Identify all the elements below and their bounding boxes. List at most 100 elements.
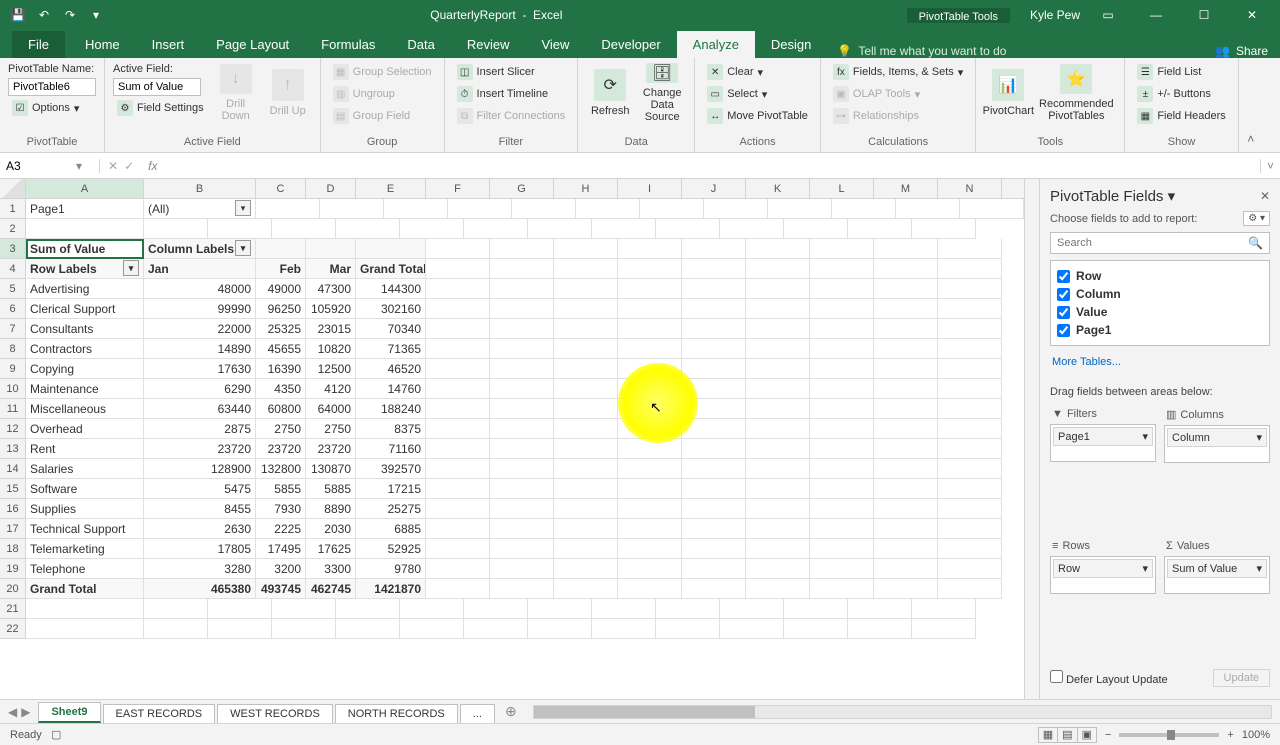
cell[interactable] bbox=[746, 279, 810, 299]
cell[interactable] bbox=[144, 219, 208, 239]
field-search[interactable]: 🔍 bbox=[1050, 232, 1270, 254]
cell[interactable] bbox=[960, 199, 1024, 219]
col-header-c[interactable]: C bbox=[256, 179, 306, 198]
data-cell[interactable]: 17215 bbox=[356, 479, 426, 499]
data-cell[interactable]: 23015 bbox=[306, 319, 356, 339]
cell[interactable] bbox=[938, 439, 1002, 459]
cell[interactable] bbox=[336, 619, 400, 639]
cell[interactable] bbox=[464, 599, 528, 619]
grid-row[interactable]: 5Advertising480004900047300144300 bbox=[0, 279, 1024, 299]
row-header[interactable]: 18 bbox=[0, 539, 26, 559]
field-headers-toggle[interactable]: ▦Field Headers bbox=[1133, 106, 1229, 126]
cell[interactable] bbox=[26, 599, 144, 619]
col-header-f[interactable]: F bbox=[426, 179, 490, 198]
col-header-d[interactable]: D bbox=[306, 179, 356, 198]
cell[interactable] bbox=[272, 619, 336, 639]
cell[interactable] bbox=[874, 339, 938, 359]
cell[interactable] bbox=[784, 219, 848, 239]
values-label-cell[interactable]: Sum of Value bbox=[26, 239, 144, 259]
formula-input[interactable] bbox=[163, 159, 1260, 173]
row-header[interactable]: 21 bbox=[0, 599, 26, 619]
cell[interactable] bbox=[490, 279, 554, 299]
cell[interactable] bbox=[746, 379, 810, 399]
cell[interactable] bbox=[810, 479, 874, 499]
cell[interactable] bbox=[426, 539, 490, 559]
grid-row[interactable]: 8Contractors14890456551082071365 bbox=[0, 339, 1024, 359]
cell[interactable] bbox=[618, 499, 682, 519]
cell[interactable] bbox=[426, 299, 490, 319]
grid-row[interactable]: 19Telephone3280320033009780 bbox=[0, 559, 1024, 579]
cell[interactable] bbox=[490, 299, 554, 319]
cell[interactable] bbox=[490, 499, 554, 519]
cell[interactable] bbox=[682, 279, 746, 299]
data-cell[interactable]: 5885 bbox=[306, 479, 356, 499]
cell[interactable] bbox=[912, 219, 976, 239]
grid-row[interactable]: 3Sum of ValueColumn Labels▾ bbox=[0, 239, 1024, 259]
cell[interactable] bbox=[768, 199, 832, 219]
tab-page-layout[interactable]: Page Layout bbox=[200, 31, 305, 58]
tab-developer[interactable]: Developer bbox=[585, 31, 676, 58]
grid-row[interactable]: 15Software54755855588517215 bbox=[0, 479, 1024, 499]
cell[interactable] bbox=[912, 619, 976, 639]
cell[interactable] bbox=[746, 439, 810, 459]
cell[interactable] bbox=[592, 219, 656, 239]
cell[interactable] bbox=[426, 259, 490, 279]
cell[interactable] bbox=[592, 619, 656, 639]
cell[interactable] bbox=[784, 619, 848, 639]
data-cell[interactable]: 48000 bbox=[144, 279, 256, 299]
cell[interactable] bbox=[528, 599, 592, 619]
tab-review[interactable]: Review bbox=[451, 31, 526, 58]
cell[interactable] bbox=[938, 499, 1002, 519]
data-cell[interactable]: 17625 bbox=[306, 539, 356, 559]
data-cell[interactable]: 60800 bbox=[256, 399, 306, 419]
cell[interactable] bbox=[144, 599, 208, 619]
col-header-a[interactable]: A bbox=[26, 179, 144, 198]
cell[interactable] bbox=[426, 419, 490, 439]
cell[interactable] bbox=[554, 259, 618, 279]
cell[interactable] bbox=[618, 319, 682, 339]
cell[interactable] bbox=[746, 319, 810, 339]
row-header[interactable]: 5 bbox=[0, 279, 26, 299]
cell[interactable] bbox=[426, 239, 490, 259]
cell[interactable] bbox=[336, 599, 400, 619]
field-column[interactable]: Column bbox=[1057, 285, 1263, 303]
cell[interactable] bbox=[938, 539, 1002, 559]
undo-icon[interactable]: ↶ bbox=[34, 5, 54, 25]
cell[interactable] bbox=[682, 579, 746, 599]
cell[interactable] bbox=[912, 599, 976, 619]
data-cell[interactable]: 4120 bbox=[306, 379, 356, 399]
view-buttons[interactable]: ▦▤▣ bbox=[1039, 728, 1097, 741]
horizontal-scrollbar[interactable] bbox=[533, 705, 1272, 719]
data-cell[interactable]: 3200 bbox=[256, 559, 306, 579]
cell[interactable] bbox=[938, 459, 1002, 479]
plus-minus-buttons-toggle[interactable]: ±+/- Buttons bbox=[1133, 84, 1229, 104]
row-header[interactable]: 19 bbox=[0, 559, 26, 579]
rows-chip[interactable]: Row▾ bbox=[1053, 559, 1153, 578]
data-cell[interactable]: 2750 bbox=[256, 419, 306, 439]
cell[interactable] bbox=[426, 399, 490, 419]
cell[interactable] bbox=[938, 359, 1002, 379]
cell[interactable] bbox=[682, 379, 746, 399]
col-mar[interactable]: Mar bbox=[306, 259, 356, 279]
rows-drop-area[interactable]: Row▾ bbox=[1050, 556, 1156, 594]
cell[interactable] bbox=[618, 379, 682, 399]
data-cell[interactable]: 144300 bbox=[356, 279, 426, 299]
cell[interactable] bbox=[938, 479, 1002, 499]
name-box-dropdown-icon[interactable]: ▾ bbox=[76, 159, 82, 173]
data-cell[interactable]: 2875 bbox=[144, 419, 256, 439]
cell[interactable] bbox=[874, 379, 938, 399]
row-label[interactable]: Miscellaneous bbox=[26, 399, 144, 419]
field-row[interactable]: Row bbox=[1057, 267, 1263, 285]
options-button[interactable]: ☑Options ▾ bbox=[8, 98, 96, 118]
data-cell[interactable]: 52925 bbox=[356, 539, 426, 559]
row-label[interactable]: Overhead bbox=[26, 419, 144, 439]
cell[interactable] bbox=[554, 379, 618, 399]
grand-total-cell[interactable]: 1421870 bbox=[356, 579, 426, 599]
data-cell[interactable]: 188240 bbox=[356, 399, 426, 419]
cell[interactable] bbox=[426, 339, 490, 359]
cell[interactable] bbox=[938, 339, 1002, 359]
redo-icon[interactable]: ↷ bbox=[60, 5, 80, 25]
row-label[interactable]: Rent bbox=[26, 439, 144, 459]
col-jan[interactable]: Jan bbox=[144, 259, 256, 279]
data-cell[interactable]: 10820 bbox=[306, 339, 356, 359]
